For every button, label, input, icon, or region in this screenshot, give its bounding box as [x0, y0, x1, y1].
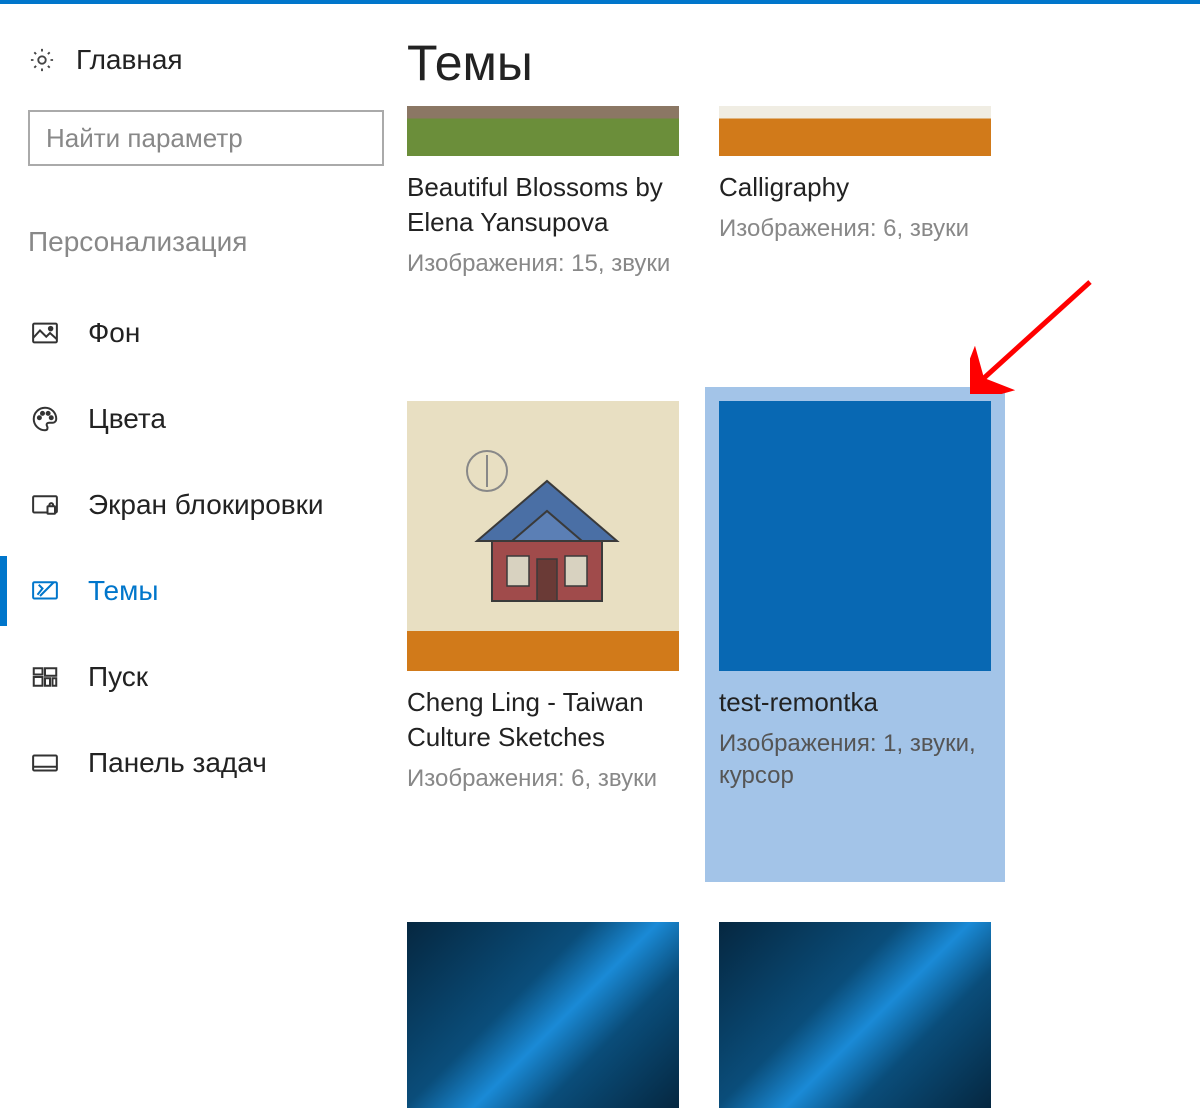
theme-title: Cheng Ling - Taiwan Culture Sketches [407, 685, 679, 755]
theme-subtitle: Изображения: 15, звуки [407, 248, 679, 280]
sidebar-item-label: Фон [88, 317, 140, 349]
themes-grid: Beautiful Blossoms by Elena Yansupova Из… [407, 106, 1067, 882]
sidebar-item-colors[interactable]: Цвета [28, 384, 395, 454]
lockscreen-icon [30, 490, 60, 520]
sidebar-item-label: Панель задач [88, 747, 267, 779]
sidebar: Главная Персонализация Фон [0, 4, 395, 1106]
sidebar-item-themes[interactable]: Темы [28, 556, 395, 626]
palette-icon [30, 404, 60, 434]
theme-tile-blossoms[interactable]: Beautiful Blossoms by Elena Yansupova Из… [407, 106, 679, 281]
theme-tile-cheng[interactable]: Cheng Ling - Taiwan Culture Sketches Изо… [407, 401, 679, 883]
sidebar-item-taskbar[interactable]: Панель задач [28, 728, 395, 798]
sidebar-item-background[interactable]: Фон [28, 298, 395, 368]
search-box[interactable] [28, 110, 384, 166]
theme-subtitle: Изображения: 1, звуки, курсор [719, 728, 991, 793]
sidebar-item-label: Цвета [88, 403, 166, 435]
page-title: Темы [407, 34, 1200, 92]
theme-thumbnail [719, 922, 991, 1108]
taskbar-icon [30, 748, 60, 778]
sidebar-item-label: Экран блокировки [88, 489, 324, 521]
theme-tile-windows-b[interactable] [719, 922, 991, 1108]
themes-icon [30, 576, 60, 606]
start-icon [30, 662, 60, 692]
theme-title: test-remontka [719, 685, 991, 720]
theme-tile-windows-a[interactable] [407, 922, 679, 1108]
picture-icon [30, 318, 60, 348]
sidebar-section-header: Персонализация [28, 226, 395, 258]
grid-spacer [407, 321, 1067, 361]
sidebar-home-label: Главная [76, 44, 183, 76]
sidebar-item-lockscreen[interactable]: Экран блокировки [28, 470, 395, 540]
theme-tile-test-remontka[interactable]: test-remontka Изображения: 1, звуки, кур… [705, 387, 1005, 883]
sidebar-item-label: Пуск [88, 661, 148, 693]
theme-title: Calligraphy [719, 170, 991, 205]
search-input[interactable] [46, 123, 381, 154]
theme-title: Beautiful Blossoms by Elena Yansupova [407, 170, 679, 240]
themes-grid-row [407, 922, 1200, 1108]
theme-thumbnail [719, 401, 991, 671]
settings-layout: Главная Персонализация Фон [0, 4, 1200, 1106]
theme-subtitle: Изображения: 6, звуки [719, 213, 991, 245]
theme-thumbnail [407, 401, 679, 671]
theme-tile-calligraphy[interactable]: Calligraphy Изображения: 6, звуки [719, 106, 991, 281]
theme-thumbnail [407, 106, 679, 156]
theme-subtitle: Изображения: 6, звуки [407, 763, 679, 795]
sidebar-home[interactable]: Главная [28, 44, 395, 76]
sketch-illustration [457, 441, 637, 611]
sidebar-item-label: Темы [88, 575, 158, 607]
gear-icon [28, 46, 56, 74]
sidebar-item-start[interactable]: Пуск [28, 642, 395, 712]
theme-thumbnail [719, 106, 991, 156]
theme-thumbnail [407, 922, 679, 1108]
main-content: Темы Beautiful Blossoms by Elena Yansupo… [395, 4, 1200, 1106]
